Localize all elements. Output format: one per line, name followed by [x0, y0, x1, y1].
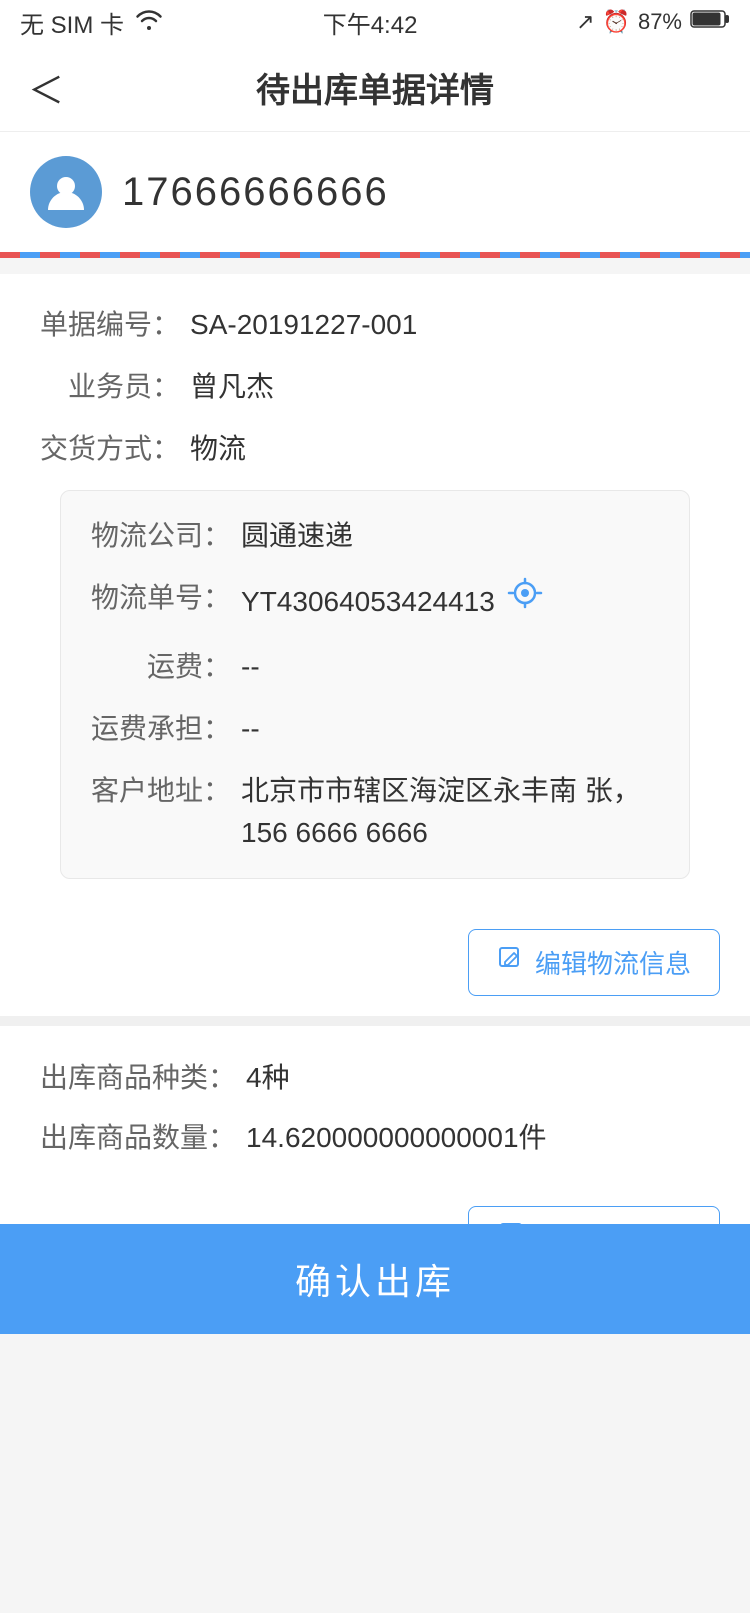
- address-label: 客户地址：: [91, 770, 231, 812]
- confirm-outbound-button[interactable]: 确认出库: [0, 1224, 750, 1334]
- freight-value: --: [241, 646, 659, 688]
- dashed-divider: [0, 252, 750, 258]
- back-button[interactable]: ＜: [28, 62, 64, 114]
- page-title: 待出库单据详情: [256, 63, 494, 112]
- edit-logistics-button[interactable]: 编辑物流信息: [468, 929, 720, 996]
- freight-bearer-label: 运费承担：: [91, 708, 231, 750]
- status-bar: 无 SIM 卡 下午4:42 ↗ ⏰ 87%: [0, 0, 750, 44]
- freight-bearer-row: 运费承担： --: [91, 708, 659, 750]
- avatar: [30, 156, 102, 228]
- carrier-text: 无 SIM 卡: [20, 5, 124, 40]
- edit-btn-row: 编辑物流信息: [0, 909, 750, 1016]
- delivery-method-row: 交货方式： 物流: [40, 428, 710, 470]
- freight-row: 运费： --: [91, 646, 659, 688]
- goods-quantity-label: 出库商品数量：: [40, 1116, 236, 1156]
- edit-btn-label: 编辑物流信息: [535, 944, 691, 981]
- alarm-icon: ⏰: [603, 9, 630, 35]
- goods-type-label: 出库商品种类：: [40, 1056, 236, 1096]
- status-right: ↗ ⏰ 87%: [576, 9, 730, 35]
- logistics-card: 物流公司： 圆通速递 物流单号： YT43064053424413: [60, 490, 690, 879]
- delivery-method-value: 物流: [190, 428, 710, 470]
- salesperson-label: 业务员：: [40, 366, 180, 408]
- battery-text: 87%: [638, 9, 682, 35]
- address-row: 客户地址： 北京市市辖区海淀区永丰南 张，156 6666 6666: [91, 770, 659, 854]
- logistics-company-row: 物流公司： 圆通速递: [91, 515, 659, 557]
- location-status-icon: ↗: [576, 9, 594, 35]
- battery-icon: [690, 9, 730, 35]
- freight-label: 运费：: [91, 646, 231, 688]
- logistics-company-value: 圆通速递: [241, 515, 659, 557]
- tracking-no-label: 物流单号：: [91, 577, 231, 619]
- time-display: 下午4:42: [323, 5, 418, 40]
- logistics-company-label: 物流公司：: [91, 515, 231, 557]
- order-no-value: SA-20191227-001: [190, 304, 710, 346]
- user-header: 17666666666: [0, 132, 750, 252]
- order-no-label: 单据编号：: [40, 304, 180, 346]
- edit-icon: [497, 945, 525, 980]
- goods-quantity-row: 出库商品数量： 14.620000000000001件: [40, 1116, 710, 1156]
- goods-type-row: 出库商品种类： 4种: [40, 1056, 710, 1096]
- page-content: 17666666666 单据编号： SA-20191227-001 业务员： 曾…: [0, 132, 750, 1613]
- order-no-row: 单据编号： SA-20191227-001: [40, 304, 710, 346]
- wifi-icon: [134, 8, 164, 37]
- salesperson-value: 曾凡杰: [190, 366, 710, 408]
- user-phone: 17666666666: [122, 170, 389, 215]
- freight-bearer-value: --: [241, 708, 659, 750]
- delivery-method-label: 交货方式：: [40, 428, 180, 470]
- tracking-no-value: YT43064053424413: [241, 577, 659, 626]
- goods-section: 出库商品种类： 4种 出库商品数量： 14.620000000000001件: [0, 1026, 750, 1186]
- section-divider: [0, 1016, 750, 1026]
- location-track-icon[interactable]: [507, 577, 543, 626]
- status-left: 无 SIM 卡: [20, 5, 164, 40]
- goods-quantity-value: 14.620000000000001件: [246, 1116, 710, 1156]
- order-info-section: 单据编号： SA-20191227-001 业务员： 曾凡杰 交货方式： 物流 …: [0, 274, 750, 909]
- confirm-btn-text: 确认出库: [295, 1253, 455, 1305]
- nav-bar: ＜ 待出库单据详情: [0, 44, 750, 132]
- tracking-no-row: 物流单号： YT43064053424413: [91, 577, 659, 626]
- goods-type-value: 4种: [246, 1056, 710, 1096]
- address-value: 北京市市辖区海淀区永丰南 张，156 6666 6666: [241, 770, 659, 854]
- salesperson-row: 业务员： 曾凡杰: [40, 366, 710, 408]
